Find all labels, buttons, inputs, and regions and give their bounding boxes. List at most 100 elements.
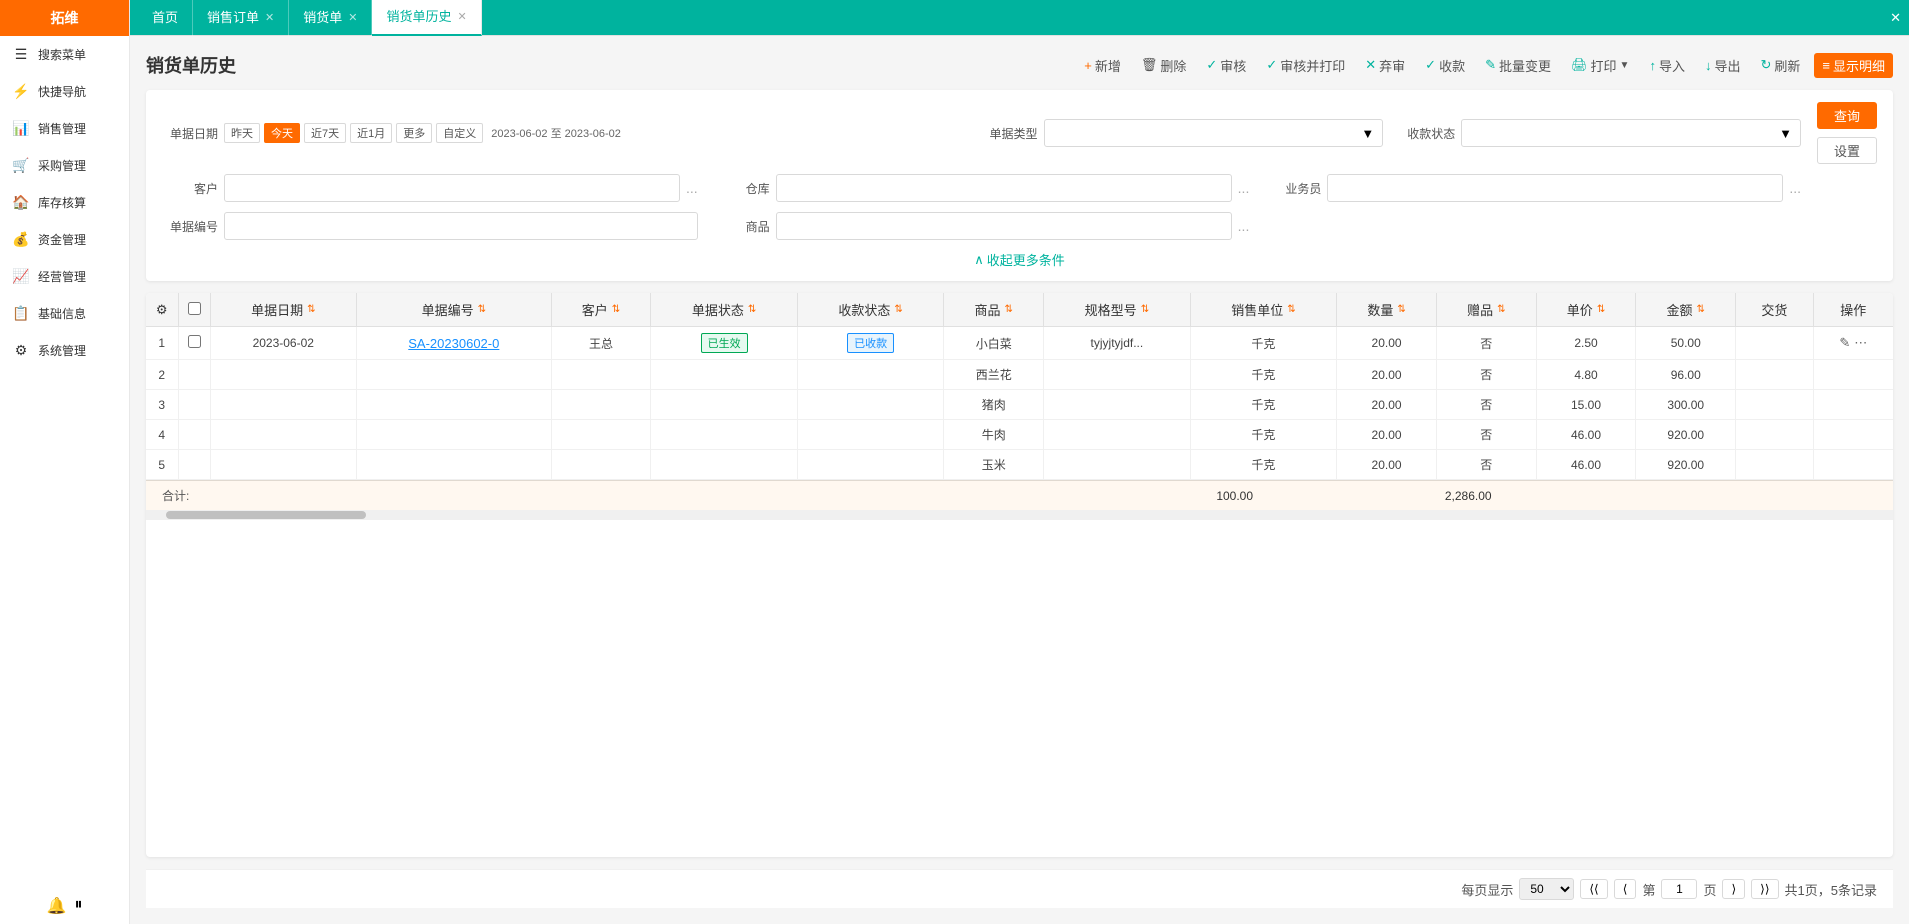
doc-no-link[interactable]: SA-20230602-0 [408, 336, 499, 351]
sidebar-item-sales-mgmt[interactable]: 📊 销售管理 [0, 110, 129, 147]
warehouse-input[interactable] [776, 174, 1232, 202]
payment-status-select[interactable]: ▼ [1461, 119, 1801, 147]
refresh-button[interactable]: ↻ 刷新 [1754, 53, 1806, 78]
query-button[interactable]: 查询 [1817, 102, 1877, 129]
sidebar-item-purchase-mgmt[interactable]: 🛒 采购管理 [0, 147, 129, 184]
date-btn-1month[interactable]: 近1月 [350, 123, 392, 143]
th-doc-status[interactable]: 单据状态 ⇅ [651, 293, 798, 327]
cell-gift: 否 [1436, 360, 1536, 390]
delete-button[interactable]: 🗑 删除 [1135, 53, 1193, 78]
close-sales-order-tab[interactable]: ✕ [265, 0, 274, 36]
sidebar-item-finance-mgmt[interactable]: 💰 资金管理 [0, 221, 129, 258]
sidebar-item-quick-nav[interactable]: ⚡ 快捷导航 [0, 73, 129, 110]
date-filter-label: 单据日期 [162, 125, 218, 142]
th-settings[interactable]: ⚙ [146, 293, 178, 327]
th-unit-price[interactable]: 单价 ⇅ [1536, 293, 1636, 327]
new-button[interactable]: + 新增 [1078, 53, 1127, 78]
setting-button[interactable]: 设置 [1817, 137, 1877, 164]
first-page-button[interactable]: ⟨⟨ [1580, 879, 1607, 899]
payment-status-arrow-icon: ▼ [1779, 126, 1792, 141]
th-customer-label: 客户 [582, 300, 608, 319]
sidebar-item-inventory-calc[interactable]: 🏠 库存核算 [0, 184, 129, 221]
query-buttons: 查询 设置 [1817, 102, 1877, 164]
tab-sales-history[interactable]: 销货单历史 ✕ [372, 0, 481, 36]
collapse-filter-button[interactable]: ∧ 收起更多条件 [162, 250, 1877, 269]
cell-seq: 4 [146, 420, 178, 450]
salesman-input[interactable] [1327, 174, 1783, 202]
export-button[interactable]: ↓ 导出 [1699, 53, 1747, 78]
tab-sales-delivery[interactable]: 销货单 ✕ [289, 0, 372, 36]
next-page-button[interactable]: ⟩ [1722, 879, 1745, 899]
sidebar-item-basic-info[interactable]: 📋 基础信息 [0, 295, 129, 332]
th-spec[interactable]: 规格型号 ⇅ [1044, 293, 1191, 327]
import-button[interactable]: ↑ 导入 [1643, 53, 1691, 78]
date-btn-today[interactable]: 今天 [264, 123, 300, 143]
delete-label: 删除 [1160, 56, 1186, 75]
cell-unit: 千克 [1190, 360, 1337, 390]
prev-page-button[interactable]: ⟨ [1614, 879, 1637, 899]
summary-label: 合计: [162, 487, 242, 504]
th-payment-status[interactable]: 收款状态 ⇅ [797, 293, 944, 327]
per-page-label: 每页显示 [1461, 880, 1513, 899]
doc-no-input[interactable] [224, 212, 698, 240]
close-sales-delivery-tab[interactable]: ✕ [348, 0, 357, 36]
cell-transaction [1736, 360, 1813, 390]
refresh-label: 刷新 [1774, 56, 1800, 75]
select-all-checkbox[interactable] [188, 302, 201, 315]
batch-change-button[interactable]: ✎ 批量变更 [1479, 53, 1557, 78]
close-sales-history-tab[interactable]: ✕ [458, 0, 467, 35]
th-doc-date[interactable]: 单据日期 ⇅ [210, 293, 357, 327]
warehouse-dots[interactable]: ... [1238, 180, 1250, 196]
th-unit[interactable]: 销售单位 ⇅ [1190, 293, 1337, 327]
discard-button[interactable]: ✕ 弃审 [1359, 53, 1411, 78]
filter-row-1: 单据日期 昨天 今天 近7天 近1月 更多 自定义 2023-06-02 至 2… [162, 102, 1877, 164]
customer-dots[interactable]: ... [686, 180, 698, 196]
date-btn-7days[interactable]: 近7天 [304, 123, 346, 143]
audit-button[interactable]: ✓ 审核 [1200, 53, 1252, 78]
purchase-icon: 🛒 [12, 157, 30, 174]
per-page-select[interactable]: 50 100 200 [1519, 878, 1574, 900]
goods-input[interactable] [776, 212, 1232, 240]
scrollbar-thumb[interactable] [166, 511, 366, 519]
cell-amount: 920.00 [1636, 450, 1736, 480]
th-amount[interactable]: 金额 ⇅ [1636, 293, 1736, 327]
horizontal-scrollbar[interactable] [146, 510, 1893, 520]
th-gift[interactable]: 赠品 ⇅ [1436, 293, 1536, 327]
goods-dots[interactable]: ... [1238, 218, 1250, 234]
sidebar-item-search-menu[interactable]: ☰ 搜索菜单 [0, 36, 129, 73]
audit-print-button[interactable]: ✓ 审核并打印 [1260, 53, 1351, 78]
cell-customer: 王总 [551, 327, 651, 360]
page-header: 销货单历史 + 新增 🗑 删除 ✓ 审核 ✓ 审核并打印 [146, 52, 1893, 78]
th-gift-label: 赠品 [1467, 300, 1493, 319]
sidebar-item-ops-mgmt[interactable]: 📈 经营管理 [0, 258, 129, 295]
last-page-button[interactable]: ⟩⟩ [1751, 879, 1778, 899]
date-btn-more[interactable]: 更多 [396, 123, 432, 143]
close-all-tabs[interactable]: ✕ [1890, 10, 1901, 26]
page-number-input[interactable] [1661, 879, 1697, 899]
cell-actions [1813, 450, 1893, 480]
tab-home[interactable]: 首页 [138, 0, 193, 36]
date-btn-custom[interactable]: 自定义 [436, 123, 483, 143]
th-doc-no[interactable]: 单据编号 ⇅ [357, 293, 552, 327]
row-checkbox[interactable] [188, 335, 201, 348]
th-customer[interactable]: 客户 ⇅ [551, 293, 651, 327]
pause-icon[interactable]: ⏸ [74, 896, 82, 916]
salesman-dots[interactable]: ... [1789, 180, 1801, 196]
notification-icon[interactable]: 🔔 [47, 896, 67, 916]
th-qty[interactable]: 数量 ⇅ [1337, 293, 1437, 327]
more-action-button[interactable]: ⋯ [1854, 335, 1867, 351]
sidebar-item-sys-mgmt[interactable]: ⚙ 系统管理 [0, 332, 129, 369]
table-row: 3 猪肉 千克 20.00 否 15.00 300.00 [146, 390, 1893, 420]
export-label: 导出 [1714, 56, 1740, 75]
tab-sales-order[interactable]: 销售订单 ✕ [193, 0, 289, 36]
print-button[interactable]: 🖨 打印 ▼ [1565, 53, 1635, 78]
date-btn-yesterday[interactable]: 昨天 [224, 123, 260, 143]
receive-button[interactable]: ✓ 收款 [1419, 53, 1471, 78]
show-detail-button[interactable]: ≡ 显示明细 [1814, 53, 1893, 78]
customer-input[interactable] [224, 174, 680, 202]
edit-action-button[interactable]: ✎ [1839, 335, 1850, 351]
table-settings-icon[interactable]: ⚙ [156, 302, 168, 317]
doc-type-select[interactable]: ▼ [1044, 119, 1384, 147]
payment-status-badge: 已收款 [847, 333, 894, 353]
th-goods[interactable]: 商品 ⇅ [944, 293, 1044, 327]
